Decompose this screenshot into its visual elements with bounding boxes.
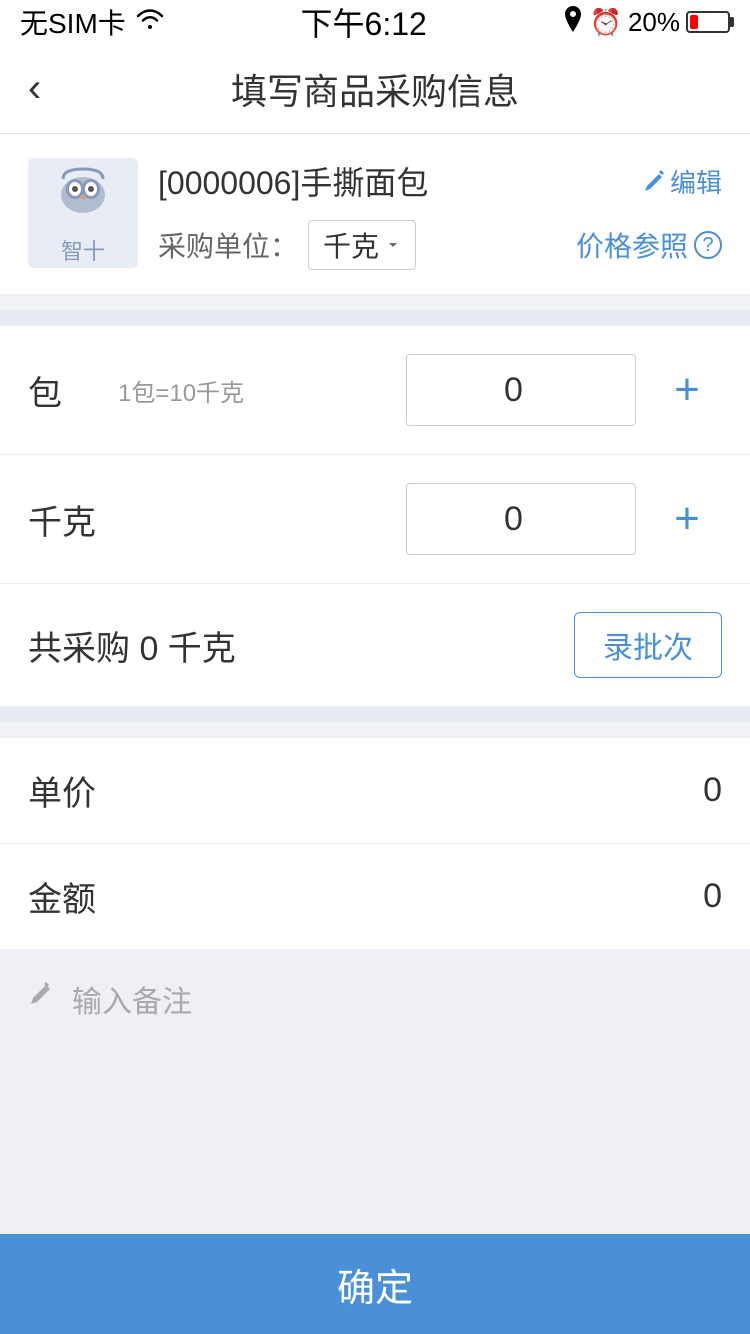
pencil-icon	[28, 980, 58, 1018]
kg-input-right: +	[406, 483, 722, 555]
kg-plus-button[interactable]: +	[652, 484, 722, 554]
amount-row: 金额 0	[0, 844, 750, 949]
pack-input-right: +	[406, 354, 722, 426]
amount-value: 0	[703, 877, 722, 916]
unit-price-row: 单价 0	[0, 738, 750, 844]
price-section: 单价 0 金额 0	[0, 738, 750, 949]
pack-label: 包	[28, 366, 108, 415]
status-time: 下午6:12	[301, 0, 427, 45]
status-left: 无SIM卡	[20, 2, 166, 42]
product-info: [0000006]手撕面包 编辑 采购单位： 千克 价格参照 ?	[158, 158, 722, 270]
product-name: [0000006]手撕面包	[158, 158, 428, 204]
unit-selector[interactable]: 千克	[308, 220, 416, 270]
unit-price-label: 单价	[28, 766, 96, 815]
amount-label: 金额	[28, 872, 96, 921]
kg-number-input[interactable]	[406, 483, 636, 555]
batch-button[interactable]: 录批次	[574, 612, 722, 678]
pack-number-input[interactable]	[406, 354, 636, 426]
back-button[interactable]: ‹	[28, 66, 41, 111]
wifi-icon	[134, 6, 166, 38]
input-section: 包 1包=10千克 + 千克 +	[0, 326, 750, 584]
product-card: 智十 [0000006]手撕面包 编辑 采购单位： 千克 价格参照 ?	[0, 134, 750, 294]
summary-row: 共采购 0 千克 录批次	[0, 584, 750, 706]
pack-plus-button[interactable]: +	[652, 355, 722, 425]
note-placeholder: 输入备注	[72, 977, 192, 1021]
unit-label: 采购单位： 千克	[158, 220, 416, 270]
edit-button[interactable]: 编辑	[644, 163, 722, 200]
product-image: 智十	[28, 158, 138, 268]
section-divider-2	[0, 706, 750, 722]
product-name-row: [0000006]手撕面包 编辑	[158, 158, 722, 204]
nav-bar: ‹ 填写商品采购信息	[0, 44, 750, 134]
kg-label: 千克	[28, 495, 108, 544]
product-brand-text: 智十	[61, 234, 105, 266]
pack-sublabel: 1包=10千克	[118, 373, 406, 408]
note-section[interactable]: 输入备注	[0, 949, 750, 1049]
kg-input-row: 千克 +	[0, 455, 750, 584]
alarm-icon: ⏰	[590, 7, 622, 38]
status-bar: 无SIM卡 下午6:12 ⏰ 20%	[0, 0, 750, 44]
location-icon	[562, 6, 584, 39]
section-divider-1	[0, 310, 750, 326]
product-owl-icon	[53, 161, 113, 230]
carrier-text: 无SIM卡	[20, 2, 126, 42]
pack-input-row: 包 1包=10千克 +	[0, 326, 750, 455]
page-title: 填写商品采购信息	[231, 63, 519, 115]
battery-icon	[686, 11, 730, 33]
unit-price-value: 0	[703, 771, 722, 810]
summary-text: 共采购 0 千克	[28, 621, 236, 670]
status-right: ⏰ 20%	[562, 6, 730, 39]
price-ref-button[interactable]: 价格参照 ?	[576, 225, 722, 265]
help-circle-icon: ?	[694, 231, 722, 259]
confirm-button[interactable]: 确定	[0, 1234, 750, 1334]
product-unit-row: 采购单位： 千克 价格参照 ?	[158, 220, 722, 270]
battery-percent: 20%	[628, 7, 680, 38]
